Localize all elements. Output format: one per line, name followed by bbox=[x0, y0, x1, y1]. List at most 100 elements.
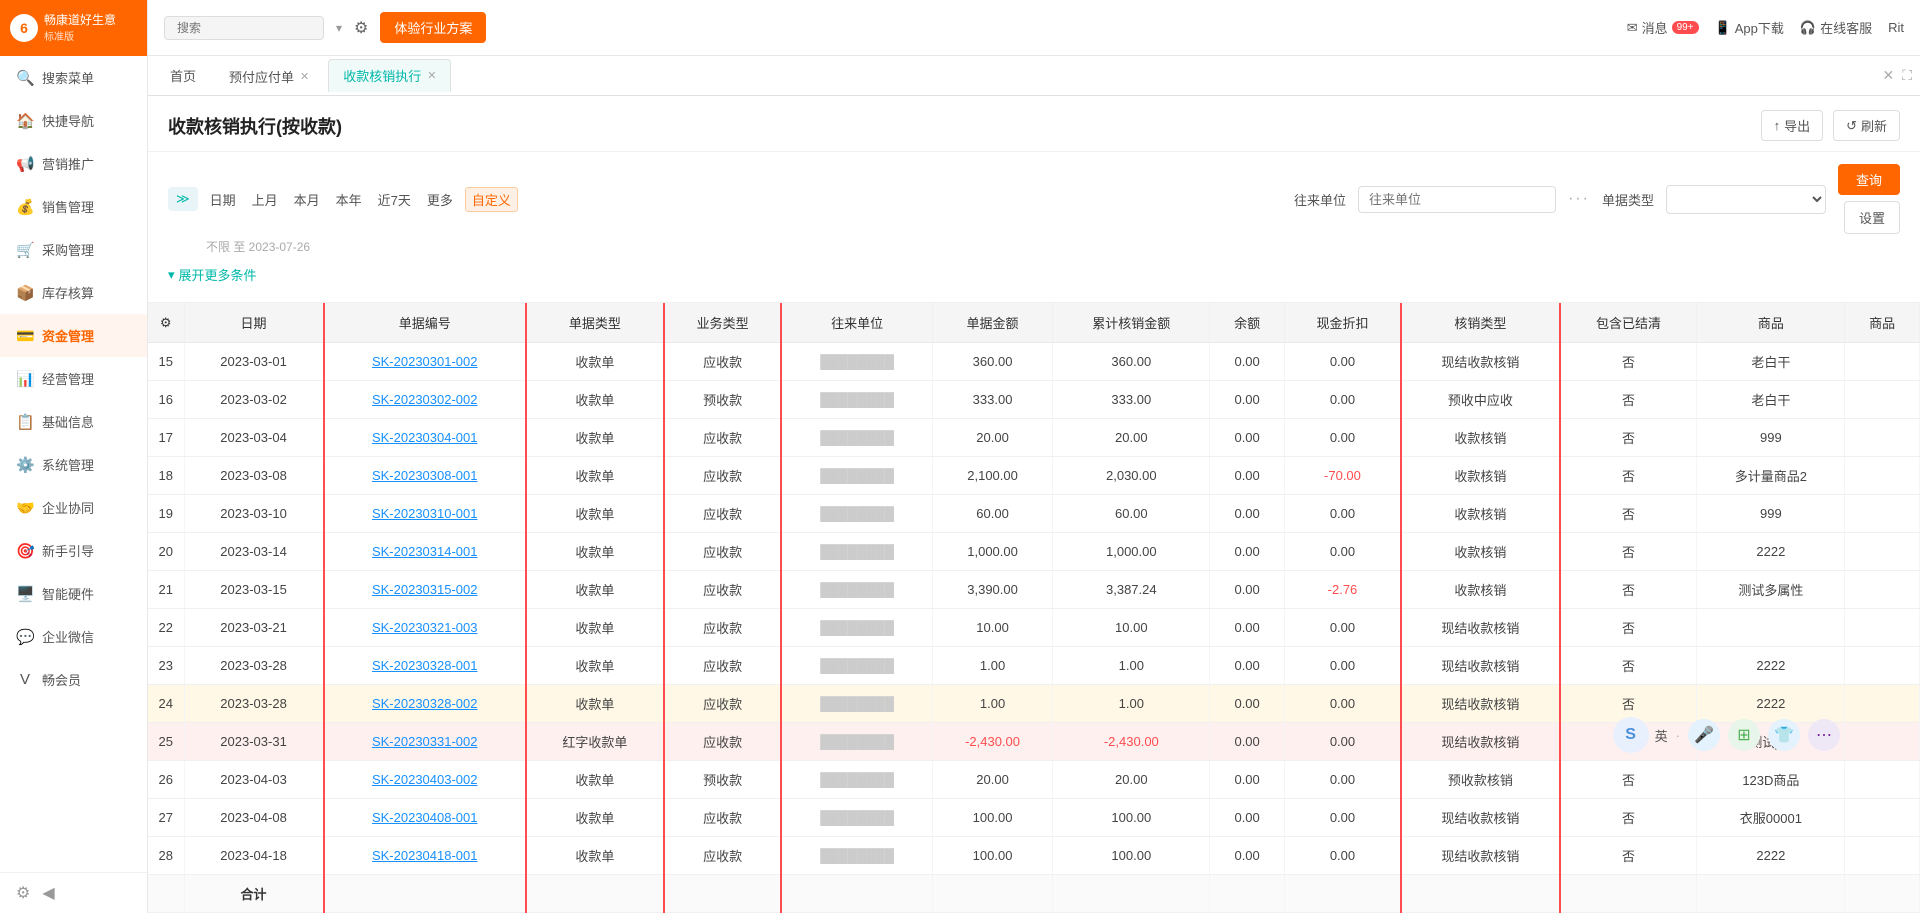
query-button[interactable]: 查询 bbox=[1838, 164, 1900, 195]
sidebar-label-purchase: 采购管理 bbox=[42, 240, 94, 259]
cell-bill-no: SK-20230403-002 bbox=[324, 761, 526, 799]
cell-bill-no: SK-20230331-002 bbox=[324, 723, 526, 761]
messages-item[interactable]: ✉ 消息 99+ bbox=[1627, 18, 1699, 37]
sidebar-item-enterprise[interactable]: 🤝 企业协同 bbox=[0, 486, 147, 529]
tab-collection-close-icon[interactable]: ✕ bbox=[427, 69, 436, 82]
filter-expand-button[interactable]: ▾ 展开更多条件 bbox=[168, 259, 1900, 290]
menu-icon[interactable]: ⋯ bbox=[1808, 719, 1840, 751]
th-settings[interactable]: ⚙ bbox=[148, 303, 184, 343]
cell-bill-no: SK-20230328-001 bbox=[324, 647, 526, 685]
industry-solution-button[interactable]: 体验行业方案 bbox=[380, 12, 486, 43]
sidebar-item-quicknav[interactable]: 🏠 快捷导航 bbox=[0, 99, 147, 142]
sidebar-item-member[interactable]: V 畅会员 bbox=[0, 658, 147, 701]
tab-collection[interactable]: 收款核销执行 ✕ bbox=[328, 59, 451, 92]
sidebar-label-sales: 销售管理 bbox=[42, 197, 94, 216]
cell-cumulative: 1.00 bbox=[1053, 685, 1210, 723]
bill-no-link[interactable]: SK-20230408-001 bbox=[372, 810, 478, 825]
mic-icon[interactable]: 🎤 bbox=[1688, 719, 1720, 751]
sidebar-item-operations[interactable]: 📊 经营管理 bbox=[0, 357, 147, 400]
cell-write-off-type: 收款核销 bbox=[1401, 419, 1560, 457]
th-cumulative: 累计核销金额 bbox=[1053, 303, 1210, 343]
bill-no-link[interactable]: SK-20230328-002 bbox=[372, 696, 478, 711]
filter-last-7-days[interactable]: 近7天 bbox=[374, 188, 415, 211]
cell-included: 否 bbox=[1560, 799, 1697, 837]
bill-no-link[interactable]: SK-20230310-001 bbox=[372, 506, 478, 521]
username-item[interactable]: Rit bbox=[1888, 20, 1904, 35]
cell-date: 2023-04-18 bbox=[184, 837, 324, 875]
online-service-item[interactable]: 🎧 在线客服 bbox=[1800, 18, 1872, 37]
sidebar-item-search[interactable]: 🔍 搜索菜单 bbox=[0, 56, 147, 99]
shirt-icon[interactable]: 👕 bbox=[1768, 719, 1800, 751]
footer-cell-8 bbox=[1284, 875, 1401, 913]
cell-counterpart: ████████ bbox=[781, 799, 932, 837]
cell-included: 否 bbox=[1560, 343, 1697, 381]
tab-prepay-close-icon[interactable]: ✕ bbox=[300, 70, 309, 83]
export-button[interactable]: ↑ 导出 bbox=[1761, 110, 1824, 141]
filter-this-month[interactable]: 本月 bbox=[290, 188, 324, 211]
mobile-icon: 📱 bbox=[1715, 20, 1731, 36]
filter-this-year[interactable]: 本年 bbox=[332, 188, 366, 211]
cell-discount: 0.00 bbox=[1284, 609, 1401, 647]
bill-no-link[interactable]: SK-20230301-002 bbox=[372, 354, 478, 369]
settings-footer-icon[interactable]: ⚙ bbox=[16, 883, 30, 903]
bill-no-link[interactable]: SK-20230308-001 bbox=[372, 468, 478, 483]
bill-no-link[interactable]: SK-20230315-002 bbox=[372, 582, 478, 597]
cell-no: 25 bbox=[148, 723, 184, 761]
cell-product2 bbox=[1845, 799, 1920, 837]
footer-cell-11 bbox=[1697, 875, 1845, 913]
bill-no-link[interactable]: SK-20230331-002 bbox=[372, 734, 478, 749]
sidebar-item-finance[interactable]: 💳 资金管理 bbox=[0, 314, 147, 357]
cell-bill-type: 收款单 bbox=[526, 495, 664, 533]
bill-no-link[interactable]: SK-20230302-002 bbox=[372, 392, 478, 407]
bill-no-link[interactable]: SK-20230418-001 bbox=[372, 848, 478, 863]
cell-write-off-type: 现结收款核销 bbox=[1401, 647, 1560, 685]
tab-maximize-icon[interactable]: ⛶ bbox=[1902, 67, 1912, 84]
filter-more-dates[interactable]: 更多 bbox=[423, 188, 457, 211]
bill-no-link[interactable]: SK-20230314-001 bbox=[372, 544, 478, 559]
filter-custom-date[interactable]: 自定义 bbox=[465, 187, 518, 212]
sidebar-item-purchase[interactable]: 🛒 采购管理 bbox=[0, 228, 147, 271]
topbar-gear-icon[interactable]: ⚙ bbox=[354, 18, 368, 38]
sidebar-label-wechat: 企业微信 bbox=[42, 627, 94, 646]
topbar-search-input[interactable] bbox=[164, 16, 324, 40]
cell-balance: 0.00 bbox=[1210, 837, 1285, 875]
filter-toggle-button[interactable]: ≫ bbox=[168, 187, 198, 211]
filter-expand-label: 展开更多条件 bbox=[179, 265, 257, 284]
cell-amount: -2,430.00 bbox=[932, 723, 1052, 761]
bill-no-link[interactable]: SK-20230328-001 bbox=[372, 658, 478, 673]
sidebar-item-hardware[interactable]: 🖥️ 智能硬件 bbox=[0, 572, 147, 615]
collapse-icon[interactable]: ◀ bbox=[42, 883, 54, 903]
sidebar-item-wechat[interactable]: 💬 企业微信 bbox=[0, 615, 147, 658]
filter-section-right: 往来单位 ··· 单据类型 查询 设置 bbox=[1294, 164, 1900, 234]
tab-home[interactable]: 首页 bbox=[156, 60, 210, 91]
sidebar-item-sales[interactable]: 💰 销售管理 bbox=[0, 185, 147, 228]
sidebar-item-inventory[interactable]: 📦 库存核算 bbox=[0, 271, 147, 314]
cell-amount: 3,390.00 bbox=[932, 571, 1052, 609]
cell-counterpart: ████████ bbox=[781, 723, 932, 761]
bill-no-link[interactable]: SK-20230304-001 bbox=[372, 430, 478, 445]
tab-close-all-icon[interactable]: ✕ bbox=[1882, 67, 1894, 84]
grid-icon[interactable]: ⊞ bbox=[1728, 719, 1760, 751]
sidebar-item-system[interactable]: ⚙️ 系统管理 bbox=[0, 443, 147, 486]
app-download-item[interactable]: 📱 App下载 bbox=[1715, 18, 1784, 37]
filter-receipt-type-select[interactable] bbox=[1666, 185, 1826, 214]
column-settings-icon[interactable]: ⚙ bbox=[160, 315, 172, 331]
cell-counterpart: ████████ bbox=[781, 343, 932, 381]
filter-last-month[interactable]: 上月 bbox=[248, 188, 282, 211]
filter-counterpart-input[interactable] bbox=[1358, 186, 1556, 213]
th-write-off-type: 核销类型 bbox=[1401, 303, 1560, 343]
bill-no-link[interactable]: SK-20230403-002 bbox=[372, 772, 478, 787]
cell-cumulative: 20.00 bbox=[1053, 419, 1210, 457]
sidebar-item-basic[interactable]: 📋 基础信息 bbox=[0, 400, 147, 443]
watermark-s-icon: S bbox=[1613, 717, 1649, 753]
sidebar-item-guide[interactable]: 🎯 新手引导 bbox=[0, 529, 147, 572]
watermark-text: 英 bbox=[1655, 726, 1668, 745]
chevron-down-icon: ▾ bbox=[336, 21, 342, 35]
refresh-button[interactable]: ↺ 刷新 bbox=[1833, 110, 1900, 141]
tab-prepay[interactable]: 预付应付单 ✕ bbox=[214, 60, 324, 92]
cell-discount: 0.00 bbox=[1284, 419, 1401, 457]
sidebar-item-marketing[interactable]: 📢 营销推广 bbox=[0, 142, 147, 185]
filter-settings-button[interactable]: 设置 bbox=[1844, 201, 1900, 234]
cell-cumulative: -2,430.00 bbox=[1053, 723, 1210, 761]
bill-no-link[interactable]: SK-20230321-003 bbox=[372, 620, 478, 635]
